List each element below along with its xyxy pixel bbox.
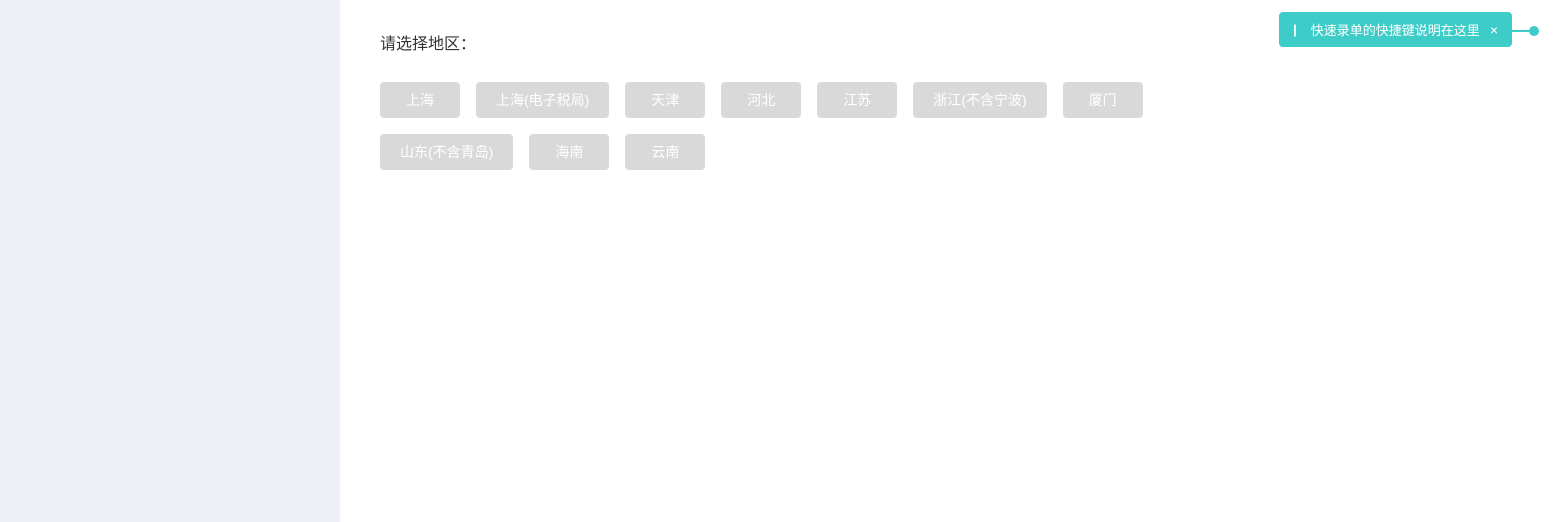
- tooltip-close-button[interactable]: ×: [1490, 22, 1498, 38]
- tooltip-banner: 快速录单的快捷键说明在这里 ×: [1279, 12, 1512, 47]
- region-btn-jiangsu[interactable]: 江苏: [817, 82, 897, 118]
- tooltip-connector-line: [1511, 30, 1529, 32]
- region-btn-hainan[interactable]: 海南: [529, 134, 609, 170]
- tooltip-connector-dot: [1529, 26, 1539, 36]
- region-btn-hebei[interactable]: 河北: [721, 82, 801, 118]
- region-row-1: 上海上海(电子税局) 天津河北江苏浙江(不含宁波) 厦门: [380, 82, 1522, 118]
- region-btn-tianjin[interactable]: 天津: [625, 82, 705, 118]
- region-btn-zhejiang[interactable]: 浙江(不含宁波): [913, 82, 1046, 118]
- region-btn-yunnan[interactable]: 云南: [625, 134, 705, 170]
- left-sidebar: [0, 0, 340, 522]
- region-btn-xiamen[interactable]: 厦门: [1063, 82, 1143, 118]
- region-row-2: 山东(不含青岛) 海南云南: [380, 134, 1522, 170]
- region-btn-shanghai[interactable]: 上海: [380, 82, 460, 118]
- region-btn-shandong[interactable]: 山东(不含青岛): [380, 134, 513, 170]
- tooltip-text: 快速录单的快捷键说明在这里: [1311, 20, 1480, 39]
- main-content: 请选择地区： 上海上海(电子税局)天津河北江苏浙江(不含宁波)厦门 山东(不含青…: [340, 0, 1562, 522]
- region-btn-shanghai-etax[interactable]: 上海(电子税局): [476, 82, 609, 118]
